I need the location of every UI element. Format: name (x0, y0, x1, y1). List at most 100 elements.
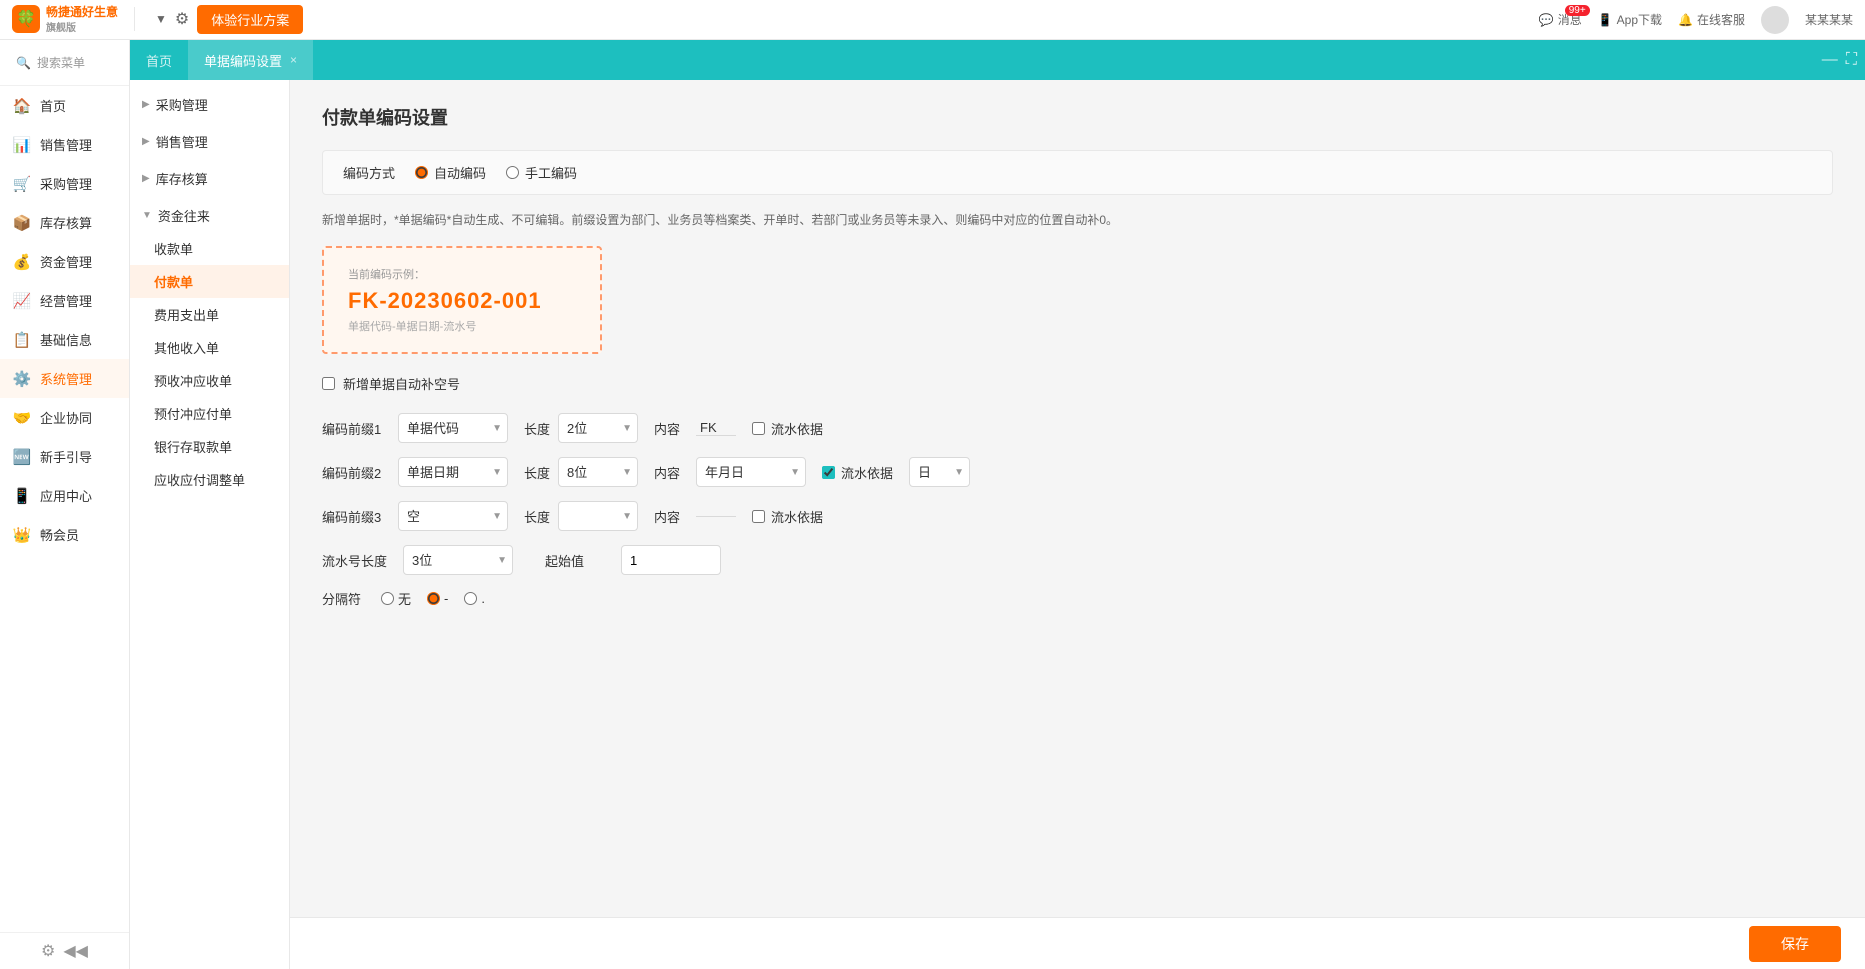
prefix2-serial-select[interactable]: 日 月 年 永久 (909, 457, 970, 487)
group-finance-title[interactable]: ▼ 资金往来 (130, 199, 289, 232)
trial-button[interactable]: 体验行业方案 (197, 5, 303, 34)
inner-item-other-income[interactable]: 其他收入单 (130, 331, 289, 364)
prefix3-content-value (696, 516, 736, 517)
sidebar-item-guide[interactable]: 🆕 新手引导 (0, 437, 129, 476)
preview-label: 当前编码示例： (348, 266, 576, 282)
prefix2-serial-checkbox[interactable] (822, 466, 835, 479)
save-button[interactable]: 保存 (1749, 926, 1841, 962)
sidebar-item-home[interactable]: 🏠 首页 (0, 86, 129, 125)
auto-fill-row: 新增单据自动补空号 (322, 374, 1833, 393)
sidebar-item-operations[interactable]: 📈 经营管理 (0, 281, 129, 320)
sidebar-item-purchase[interactable]: 🛒 采购管理 (0, 164, 129, 203)
search-menu-button[interactable]: 🔍 搜索菜单 (8, 50, 121, 75)
inner-sidebar: ▶ 采购管理 ▶ 销售管理 ▶ 库存核算 (130, 80, 290, 969)
prefix3-select[interactable]: 单据代码 单据日期 部门 业务员 空 (398, 501, 508, 531)
prefix2-select-wrapper: 单据代码 单据日期 部门 业务员 空 ▼ (398, 457, 508, 487)
sidebar-item-cooperation[interactable]: 🤝 企业协同 (0, 398, 129, 437)
vip-icon: 👑 (12, 526, 32, 544)
app-download-button[interactable]: 📱 App下载 (1598, 11, 1662, 28)
operations-icon: 📈 (12, 292, 32, 310)
prefix2-content-label: 内容 (654, 463, 680, 482)
bottom-bar: 保存 (290, 917, 1865, 969)
sep-dash-radio[interactable] (427, 592, 440, 605)
group-inventory-title[interactable]: ▶ 库存核算 (130, 162, 289, 195)
app-label: App下载 (1617, 11, 1662, 28)
prefix3-length: 长度 ▼ (524, 501, 638, 531)
inner-item-payment[interactable]: 付款单 (130, 265, 289, 298)
sidebar-item-app-center[interactable]: 📱 应用中心 (0, 476, 129, 515)
separator-label: 分隔符 (322, 589, 361, 608)
auto-code-option[interactable]: 自动编码 (415, 163, 486, 182)
divider (134, 7, 135, 31)
main-form-container: 付款单编码设置 编码方式 自动编码 手工编码 (290, 80, 1865, 969)
prefix1-select[interactable]: 单据代码 单据日期 部门 业务员 空 (398, 413, 508, 443)
sidebar-label-cooperation: 企业协同 (40, 408, 92, 427)
form-rows: 编码前缀1 单据代码 单据日期 部门 业务员 空 ▼ (322, 413, 1833, 608)
home-icon: 🏠 (12, 97, 32, 115)
sidebar-item-sales[interactable]: 📊 销售管理 (0, 125, 129, 164)
company-dropdown[interactable]: ▼ (151, 12, 167, 26)
sidebar-item-system[interactable]: ⚙️ 系统管理 (0, 359, 129, 398)
group-sales-title[interactable]: ▶ 销售管理 (130, 125, 289, 158)
sep-dot-option[interactable]: . (464, 591, 485, 606)
prefix2-length-label: 长度 (524, 463, 550, 482)
tab-settings[interactable]: 单据编码设置 × (188, 40, 313, 80)
sidebar-label-home: 首页 (40, 96, 66, 115)
sidebar-label-vip: 畅会员 (40, 525, 79, 544)
manual-code-option[interactable]: 手工编码 (506, 163, 577, 182)
prefix2-serial-select-wrapper: 日 月 年 永久 ▼ (909, 457, 970, 487)
coding-method-radio-group: 编码方式 自动编码 手工编码 (343, 163, 1812, 182)
sep-none-radio[interactable] (381, 592, 394, 605)
window-maximize-icon[interactable]: ⛶ (1846, 51, 1857, 69)
tab-home[interactable]: 首页 (130, 40, 188, 80)
inner-item-adjust[interactable]: 应收应付调整单 (130, 463, 289, 496)
prefix1-content-label: 内容 (654, 419, 680, 438)
sidebar-item-inventory[interactable]: 📦 库存核算 (0, 203, 129, 242)
sep-dot-radio[interactable] (464, 592, 477, 605)
auto-fill-checkbox[interactable] (322, 377, 335, 390)
sidebar-item-vip[interactable]: 👑 畅会员 (0, 515, 129, 554)
prefix1-length: 长度 2位 ▼ (524, 413, 638, 443)
message-button[interactable]: 💬 消息 99+ (1539, 11, 1582, 28)
group-inventory-label: 库存核算 (156, 169, 208, 188)
prefix1-serial-checkbox[interactable] (752, 422, 765, 435)
message-icon: 💬 (1539, 13, 1554, 27)
cooperation-icon: 🤝 (12, 409, 32, 427)
online-service-button[interactable]: 🔔 在线客服 (1678, 11, 1745, 28)
collapse-icon[interactable]: ◀◀ (63, 941, 88, 961)
sidebar-item-basic-info[interactable]: 📋 基础信息 (0, 320, 129, 359)
manual-code-radio[interactable] (506, 166, 519, 179)
manual-code-label: 手工编码 (525, 163, 577, 182)
tab-close-icon[interactable]: × (290, 53, 297, 67)
left-sidebar: 🔍 搜索菜单 🏠 首页 📊 销售管理 🛒 采购管理 📦 库存核算 💰 (0, 40, 130, 969)
prefix2-content-select[interactable]: 年月日 年月 年 月日 (696, 457, 806, 487)
prefix2-length-select[interactable]: 8位 (558, 457, 638, 487)
sep-none-option[interactable]: 无 (381, 589, 411, 608)
brand-text-block: 畅捷通好生意 旗舰版 (46, 5, 118, 34)
start-value-input[interactable] (621, 545, 721, 575)
inner-item-receipt[interactable]: 收款单 (130, 232, 289, 265)
prefix1-length-select[interactable]: 2位 (558, 413, 638, 443)
sidebar-label-guide: 新手引导 (40, 447, 92, 466)
settings-bottom-icon[interactable]: ⚙ (41, 941, 55, 961)
sidebar-nav: 🏠 首页 📊 销售管理 🛒 采购管理 📦 库存核算 💰 资金管理 📈 经 (0, 86, 129, 932)
group-purchase-title[interactable]: ▶ 采购管理 (130, 88, 289, 121)
inner-item-bank[interactable]: 银行存取款单 (130, 430, 289, 463)
inner-item-advance-receive[interactable]: 预收冲应收单 (130, 364, 289, 397)
prefix3-length-wrapper: ▼ (558, 501, 638, 531)
prefix3-serial-checkbox[interactable] (752, 510, 765, 523)
prefix3-length-select[interactable] (558, 501, 638, 531)
auto-code-radio[interactable] (415, 166, 428, 179)
inner-item-advance-pay[interactable]: 预付冲应付单 (130, 397, 289, 430)
serial-length-select[interactable]: 3位 4位 5位 6位 (403, 545, 513, 575)
sidebar-label-system: 系统管理 (40, 369, 92, 388)
inner-item-expense[interactable]: 费用支出单 (130, 298, 289, 331)
top-bar-left: 🍀 畅捷通好生意 旗舰版 ▼ ⚙ 体验行业方案 (12, 5, 303, 34)
settings-icon[interactable]: ⚙ (175, 9, 189, 29)
prefix2-select[interactable]: 单据代码 单据日期 部门 业务员 空 (398, 457, 508, 487)
tab-settings-label: 单据编码设置 (204, 51, 282, 70)
sidebar-item-finance[interactable]: 💰 资金管理 (0, 242, 129, 281)
finance-icon: 💰 (12, 253, 32, 271)
window-minimize-icon[interactable]: — (1822, 51, 1838, 69)
sep-dash-option[interactable]: - (427, 591, 448, 606)
